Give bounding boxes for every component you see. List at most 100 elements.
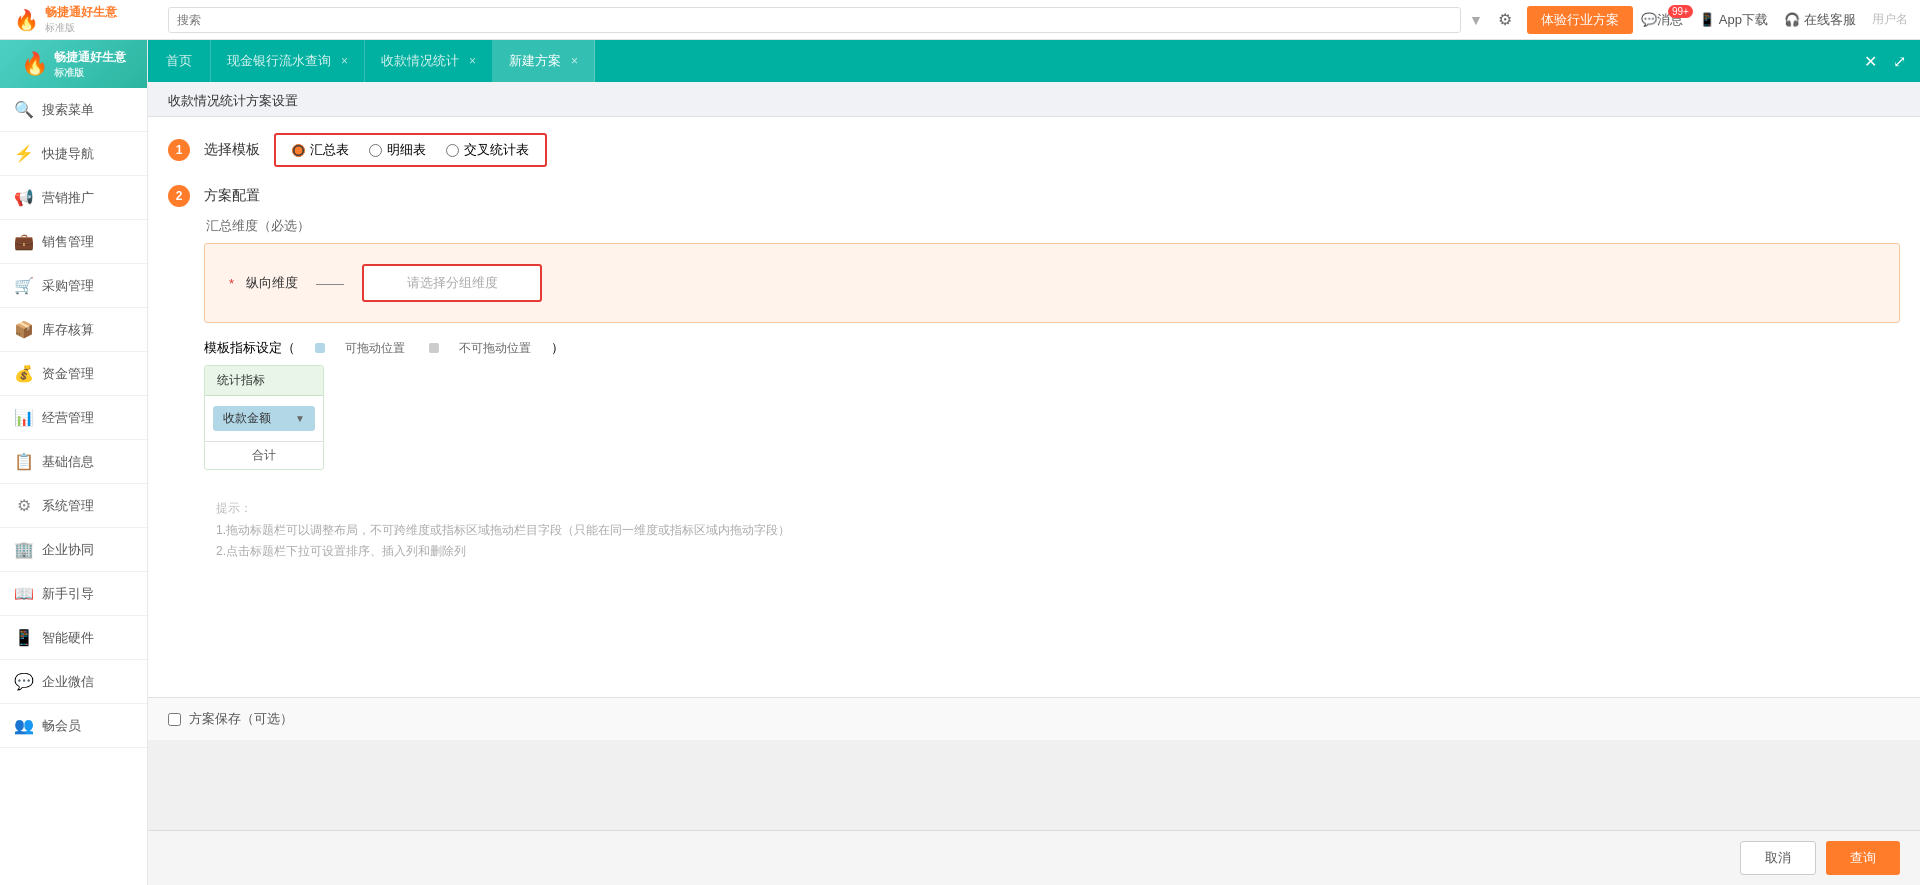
movable-legend-dot (315, 343, 325, 353)
sidebar-item-basics[interactable]: 📋 基础信息 (0, 440, 147, 484)
lightning-icon: ⚡ (14, 144, 34, 163)
save-label: 方案保存（可选） (189, 710, 293, 728)
logo-sub-text: 标准版 (45, 21, 117, 35)
fixed-legend-dot (429, 343, 439, 353)
sidebar-logo: 🔥 畅捷通好生意 标准版 (0, 40, 147, 88)
indicator-legend: 可拖动位置 不可拖动位置 (315, 340, 531, 357)
indicator-section: 模板指标设定（ 可拖动位置 不可拖动位置 ） 统计指标 (204, 339, 1900, 470)
username-display: 用户名 (1872, 11, 1908, 28)
radio-summary-input[interactable] (292, 144, 305, 157)
hardware-icon: 📱 (14, 628, 34, 647)
sidebar-item-purchase[interactable]: 🛒 采购管理 (0, 264, 147, 308)
sidebar-item-finance[interactable]: 💰 资金管理 (0, 352, 147, 396)
tips-section: 提示： 1.拖动标题栏可以调整布局，不可跨维度或指标区域拖动栏目字段（只能在同一… (204, 490, 1900, 571)
dropdown-arrow-icon[interactable]: ▼ (1469, 12, 1483, 28)
template-radio-group: 汇总表 明细表 交叉统计表 (274, 133, 547, 167)
cash-flow-label: 现金银行流水查询 (227, 52, 331, 70)
sidebar-item-inventory[interactable]: 📦 库存核算 (0, 308, 147, 352)
indicator-section-label: 模板指标设定（ (204, 339, 295, 357)
top-bar-right: 💬 消息 99+ 📱 App下载 🎧 在线客服 用户名 (1641, 11, 1908, 29)
sidebar-item-system[interactable]: ⚙ 系统管理 (0, 484, 147, 528)
sidebar-item-hardware[interactable]: 📱 智能硬件 (0, 616, 147, 660)
tip2-text: 2.点击标题栏下拉可设置排序、插入列和删除列 (216, 541, 1888, 563)
sidebar-item-label-member: 畅会员 (42, 717, 81, 735)
app-download[interactable]: 📱 App下载 (1699, 11, 1768, 29)
sidebar-logo-main: 畅捷通好生意 (54, 49, 126, 66)
tab-maximize-icon[interactable]: ⤢ (1889, 48, 1910, 75)
radio-summary[interactable]: 汇总表 (292, 141, 349, 159)
breadcrumb: 收款情况统计方案设置 (148, 82, 1920, 117)
vertical-dimension-label: 纵向维度 (246, 274, 298, 292)
indicator-table: 统计指标 收款金额 ▼ 合计 (204, 365, 324, 470)
tab-close-cash-flow[interactable]: × (341, 54, 348, 68)
logo-main-text: 畅捷通好生意 (45, 4, 117, 21)
sidebar: 🔥 畅捷通好生意 标准版 🔍 搜索菜单 ⚡ 快捷导航 📢 营销推广 💼 销售管理… (0, 40, 148, 885)
trial-btn[interactable]: 体验行业方案 (1527, 6, 1633, 34)
building-icon: 🏢 (14, 540, 34, 559)
sidebar-logo-icon: 🔥 (21, 51, 48, 77)
tab-bar: 首页 现金银行流水查询 × 收款情况统计 × 新建方案 × ✕ ⤢ (148, 40, 1920, 82)
sidebar-item-label-sales: 销售管理 (42, 233, 94, 251)
indicator-header: 模板指标设定（ 可拖动位置 不可拖动位置 ） (204, 339, 1900, 357)
dimension-row: * 纵向维度 —— 请选择分组维度 (229, 264, 1875, 302)
sidebar-item-label-marketing: 营销推广 (42, 189, 94, 207)
dimension-required-star: * (229, 276, 234, 291)
sidebar-item-label-hardware: 智能硬件 (42, 629, 94, 647)
sidebar-item-wechat[interactable]: 💬 企业微信 (0, 660, 147, 704)
movable-label: 可拖动位置 (345, 340, 405, 357)
sidebar-item-sales[interactable]: 💼 销售管理 (0, 220, 147, 264)
messages-wrap[interactable]: 💬 消息 99+ (1641, 11, 1683, 29)
tab-new-plan[interactable]: 新建方案 × (493, 40, 595, 82)
sidebar-item-quicknav[interactable]: ⚡ 快捷导航 (0, 132, 147, 176)
chip-label: 收款金额 (223, 410, 271, 427)
sidebar-item-label-system: 系统管理 (42, 497, 94, 515)
dimension-panel: * 纵向维度 —— 请选择分组维度 (204, 243, 1900, 323)
settings-icon[interactable]: ⚙ (1491, 6, 1519, 34)
dimension-select-placeholder: 请选择分组维度 (407, 275, 498, 290)
tab-collection[interactable]: 收款情况统计 × (365, 40, 493, 82)
megaphone-icon: 📢 (14, 188, 34, 207)
sidebar-item-search[interactable]: 🔍 搜索菜单 (0, 88, 147, 132)
search-input[interactable] (168, 7, 1461, 33)
indicator-chip-amount[interactable]: 收款金额 ▼ (213, 406, 315, 431)
sidebar-item-operations[interactable]: 📊 经营管理 (0, 396, 147, 440)
tab-close-collection[interactable]: × (469, 54, 476, 68)
query-button[interactable]: 查询 (1826, 841, 1900, 875)
gear-icon: ⚙ (14, 496, 34, 515)
sidebar-item-member[interactable]: 👥 畅会员 (0, 704, 147, 748)
sidebar-item-enterprise[interactable]: 🏢 企业协同 (0, 528, 147, 572)
page-content: 收款情况统计方案设置 1 选择模板 汇总表 明细表 (148, 82, 1920, 830)
radio-cross[interactable]: 交叉统计表 (446, 141, 529, 159)
sidebar-item-guide[interactable]: 📖 新手引导 (0, 572, 147, 616)
sidebar-item-marketing[interactable]: 📢 营销推广 (0, 176, 147, 220)
main-wrap: 🔥 畅捷通好生意 标准版 🔍 搜索菜单 ⚡ 快捷导航 📢 营销推广 💼 销售管理… (0, 40, 1920, 885)
message-icon: 💬 (1641, 12, 1657, 27)
package-icon: 📦 (14, 320, 34, 339)
save-checkbox[interactable] (168, 713, 181, 726)
mobile-icon: 📱 (1699, 12, 1715, 27)
cart-icon: 🛒 (14, 276, 34, 295)
fixed-label: 不可拖动位置 (459, 340, 531, 357)
tab-home[interactable]: 首页 (148, 40, 211, 82)
chart-icon: 📊 (14, 408, 34, 427)
sidebar-item-label-wechat: 企业微信 (42, 673, 94, 691)
step2-badge: 2 (168, 185, 190, 207)
dimension-title: 汇总维度（必选） (204, 217, 1900, 235)
tab-close-all-icon[interactable]: ✕ (1860, 48, 1881, 75)
tab-close-new-plan[interactable]: × (571, 54, 578, 68)
radio-detail[interactable]: 明细表 (369, 141, 426, 159)
tab-bar-left: 首页 现金银行流水查询 × 收款情况统计 × 新建方案 × (148, 40, 1860, 82)
step1-label: 选择模板 (204, 141, 260, 159)
radio-detail-input[interactable] (369, 144, 382, 157)
step1-row: 1 选择模板 汇总表 明细表 交叉统计表 (168, 133, 1900, 167)
cancel-button[interactable]: 取消 (1740, 841, 1816, 875)
step2-row: 2 方案配置 (168, 185, 1900, 207)
tab-cash-flow[interactable]: 现金银行流水查询 × (211, 40, 365, 82)
radio-cross-input[interactable] (446, 144, 459, 157)
sidebar-item-label-purchase: 采购管理 (42, 277, 94, 295)
dimension-select[interactable]: 请选择分组维度 (362, 264, 542, 302)
app-download-label: App下载 (1719, 11, 1768, 29)
logo-area: 🔥 畅捷通好生意 标准版 (12, 4, 160, 35)
online-service[interactable]: 🎧 在线客服 (1784, 11, 1856, 29)
chevron-down-icon: ▼ (295, 413, 305, 424)
